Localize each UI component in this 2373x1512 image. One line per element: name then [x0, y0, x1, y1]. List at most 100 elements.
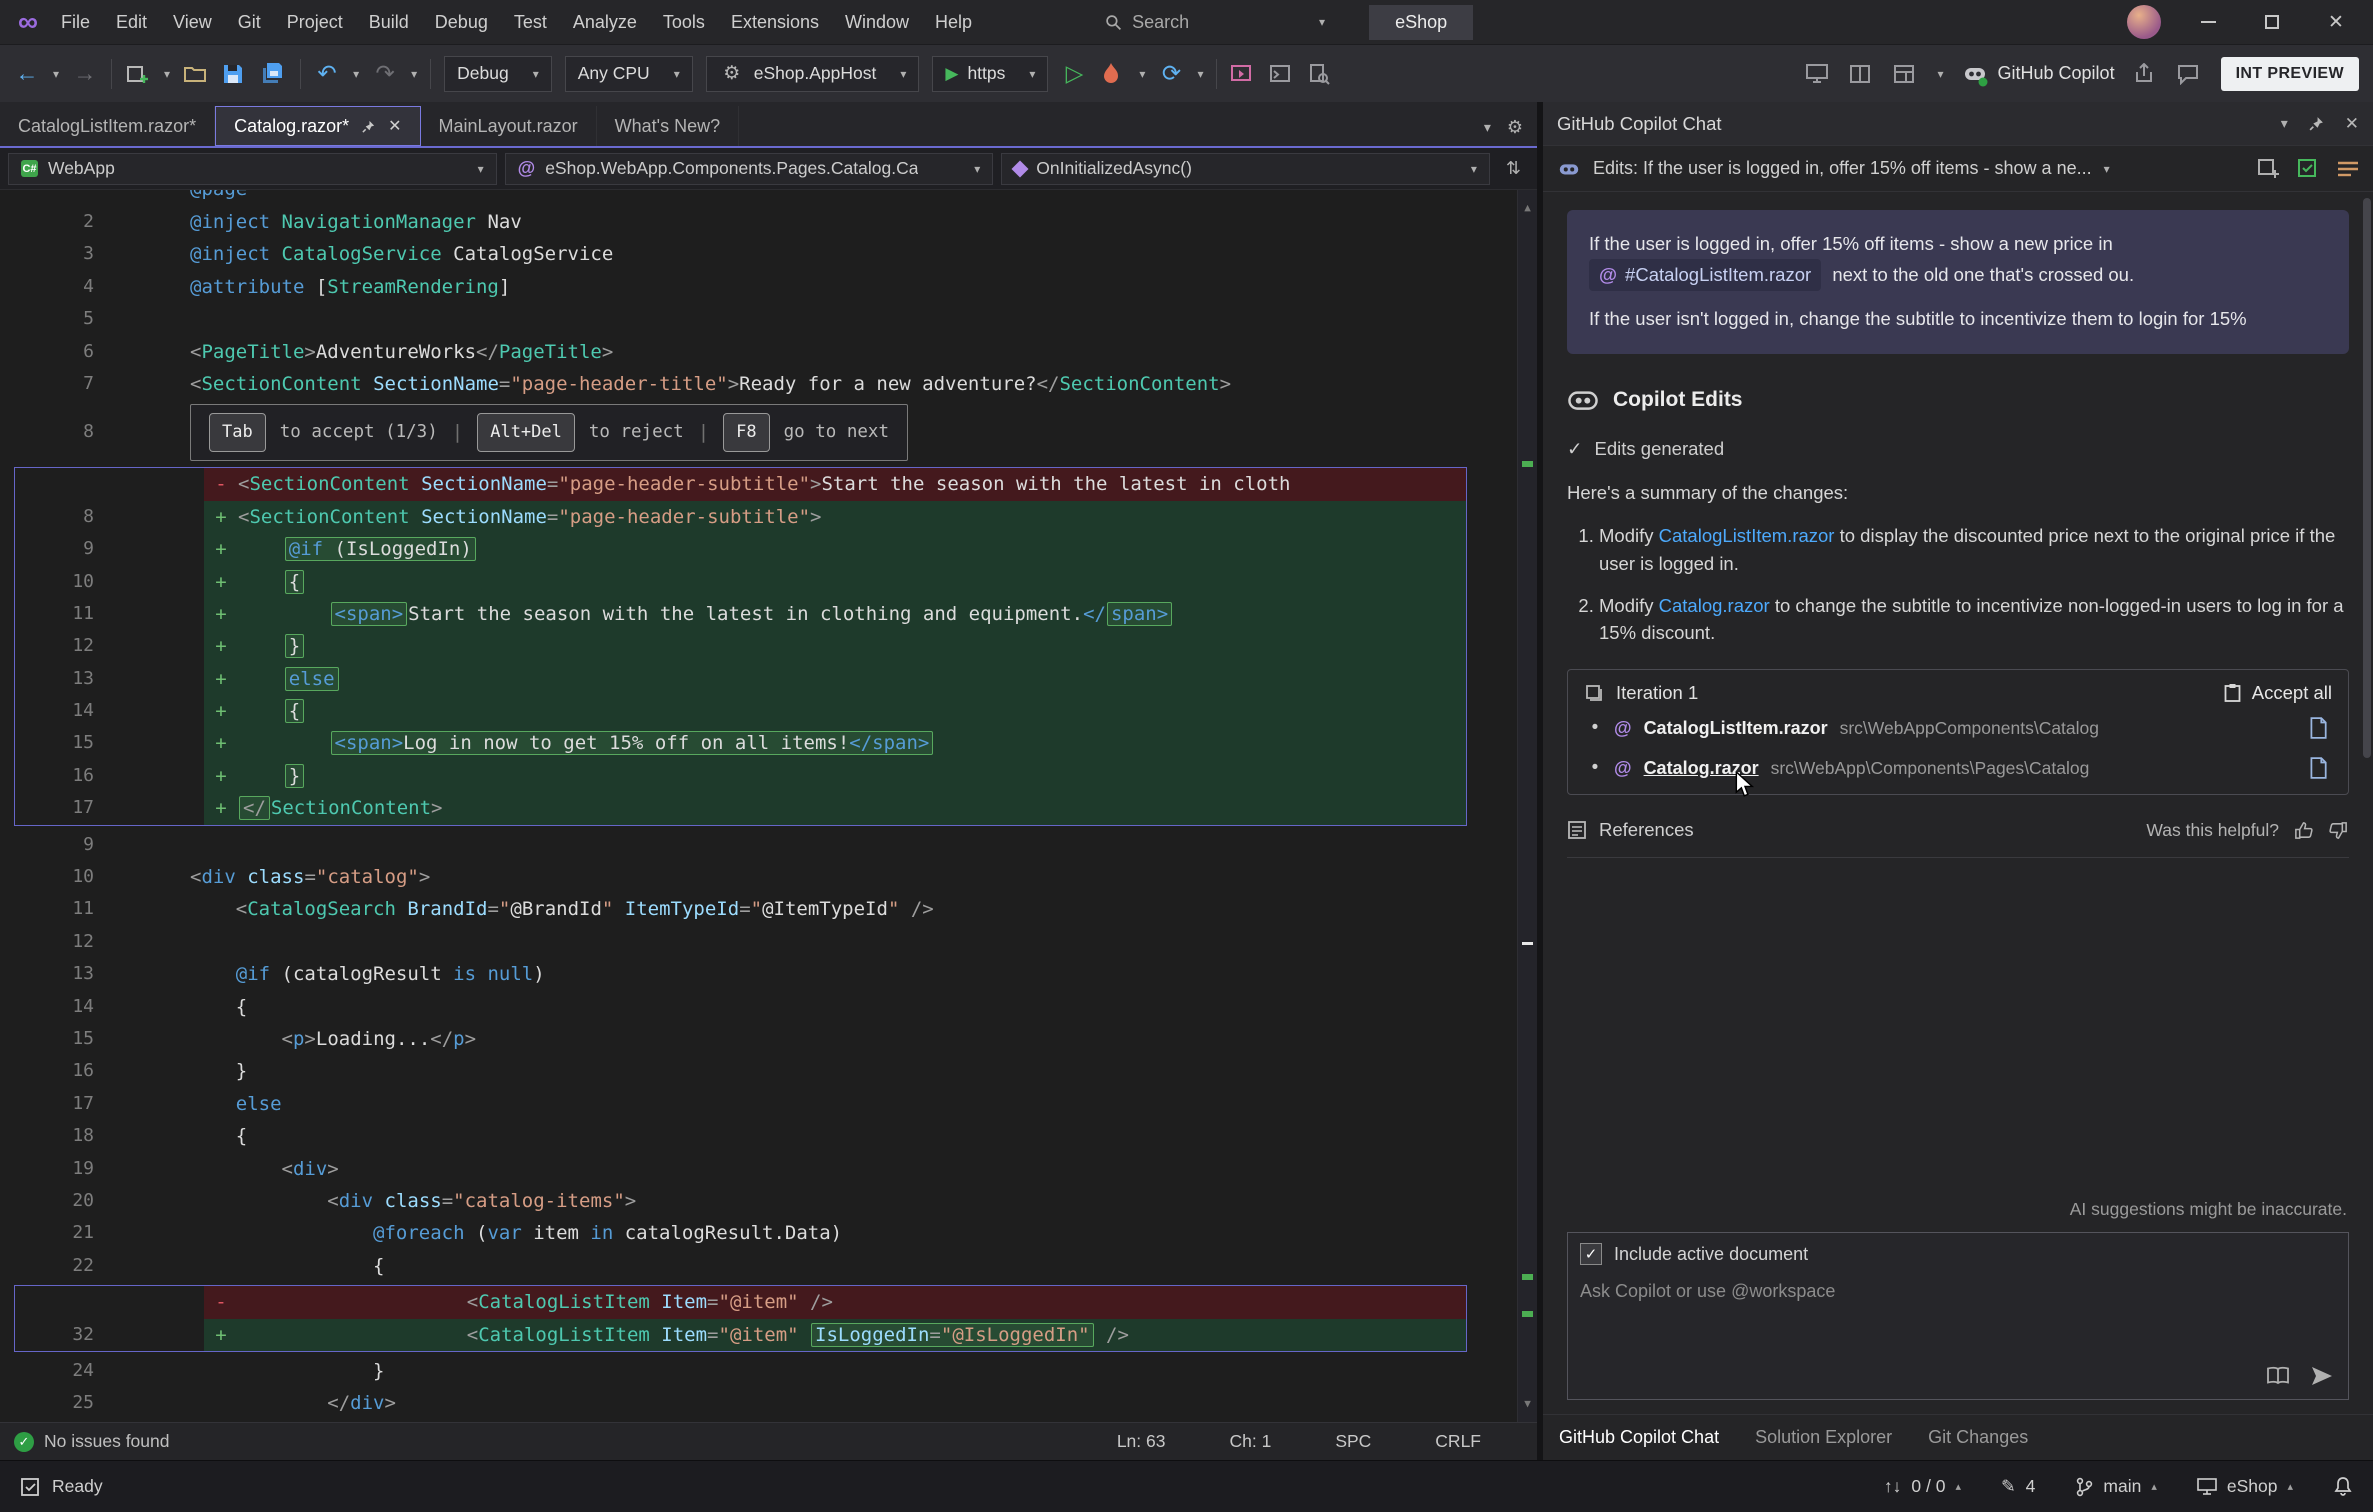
menu-help[interactable]: Help: [922, 0, 985, 44]
key-chip-tab[interactable]: Tab: [209, 413, 266, 451]
code-line[interactable]: 16+ }: [15, 760, 1466, 792]
close-button[interactable]: ✕: [2319, 11, 2353, 34]
code-line[interactable]: 14 {: [0, 991, 1515, 1023]
terminal-icon[interactable]: [1269, 63, 1295, 85]
github-copilot-button[interactable]: GitHub Copilot: [1962, 61, 2115, 87]
code-editor[interactable]: @page2@inject NavigationManager Nav3@inj…: [0, 190, 1537, 1422]
menu-window[interactable]: Window: [832, 0, 922, 44]
code-line[interactable]: 25 </div>: [0, 1387, 1515, 1419]
code-line[interactable]: 8+<SectionContent SectionName="page-head…: [15, 501, 1466, 533]
code-line[interactable]: 5: [0, 303, 1515, 335]
save-all-icon[interactable]: [261, 62, 287, 86]
panel-options-chevron[interactable]: ▾: [2281, 115, 2288, 132]
tool-tab-solution-explorer[interactable]: Solution Explorer: [1755, 1427, 1892, 1448]
file-chip[interactable]: @#CatalogListItem.razor: [1589, 259, 1821, 292]
scroll-up-icon[interactable]: ▲: [1518, 192, 1537, 224]
pending-changes[interactable]: ✎ 4: [2001, 1476, 2035, 1497]
thread-menu-icon[interactable]: [2337, 160, 2359, 178]
code-line[interactable]: 12+ }: [15, 630, 1466, 662]
menu-build[interactable]: Build: [356, 0, 422, 44]
tab-catalog-razor-[interactable]: Catalog.razor*✕: [215, 106, 420, 146]
menu-git[interactable]: Git: [225, 0, 274, 44]
code-line[interactable]: 18 {: [0, 1120, 1515, 1152]
branch-selector[interactable]: main ▴: [2075, 1476, 2156, 1497]
code-line[interactable]: 17 else: [0, 1088, 1515, 1120]
code-line[interactable]: 15 <p>Loading...</p>: [0, 1023, 1515, 1055]
code-line[interactable]: 14+ {: [15, 695, 1466, 727]
device-preview-icon[interactable]: [1805, 63, 1831, 85]
repo-selector[interactable]: eShop ▴: [2197, 1476, 2293, 1497]
startup-project-dropdown[interactable]: ⚙eShop.AppHost▾: [706, 56, 920, 92]
user-avatar[interactable]: [2127, 5, 2161, 39]
undo-icon[interactable]: ↶: [314, 62, 340, 85]
edits-checklist-icon[interactable]: [2297, 158, 2319, 180]
undo-chevron[interactable]: ▾: [353, 67, 359, 81]
code-line[interactable]: 22 {: [0, 1250, 1515, 1282]
open-diff-icon[interactable]: [2308, 717, 2328, 739]
menu-debug[interactable]: Debug: [422, 0, 501, 44]
code-line[interactable]: 17+</SectionContent>: [15, 792, 1466, 824]
minimize-button[interactable]: [2191, 11, 2225, 33]
spaces-indicator[interactable]: SPC: [1335, 1431, 1371, 1452]
key-chip-alt-del[interactable]: Alt+Del: [477, 413, 575, 451]
layout-chevron[interactable]: ▾: [1937, 67, 1943, 81]
key-chip-f8[interactable]: F8: [723, 413, 769, 451]
panel-scrollbar[interactable]: [2363, 198, 2371, 758]
code-line[interactable]: 3@inject CatalogService CatalogService: [0, 238, 1515, 270]
include-active-document-checkbox[interactable]: ✓: [1580, 1243, 1602, 1265]
new-project-icon[interactable]: [125, 62, 151, 86]
pin-icon[interactable]: [2308, 115, 2325, 132]
code-line[interactable]: -<SectionContent SectionName="page-heade…: [15, 468, 1466, 500]
navbar-options-icon[interactable]: ⇅: [1498, 158, 1529, 179]
accept-all-button[interactable]: Accept all: [2223, 682, 2332, 704]
navigate-back-icon[interactable]: ←: [14, 62, 40, 85]
menu-analyze[interactable]: Analyze: [560, 0, 650, 44]
save-icon[interactable]: [222, 63, 248, 85]
code-line[interactable]: 13+ else: [15, 663, 1466, 695]
redo-icon[interactable]: ↷: [372, 62, 398, 85]
tab-options-gear-icon[interactable]: ⚙: [1507, 117, 1523, 138]
search-box[interactable]: Search ▾: [1105, 12, 1325, 33]
thumbs-up-icon[interactable]: [2293, 820, 2314, 841]
open-folder-icon[interactable]: [183, 62, 209, 86]
close-panel-icon[interactable]: ✕: [2345, 114, 2359, 134]
code-line[interactable]: 9: [0, 829, 1515, 861]
breadcrumb-project[interactable]: C#WebApp▾: [8, 153, 497, 185]
breadcrumb-method[interactable]: OnInitializedAsync()▾: [1001, 153, 1490, 185]
thread-dropdown[interactable]: Edits: If the user is logged in, offer 1…: [1593, 158, 2092, 179]
editor-scrollbar[interactable]: ▲ ▼: [1517, 190, 1537, 1422]
code-line[interactable]: 10+ {: [15, 566, 1466, 598]
configuration-dropdown[interactable]: Debug▾: [444, 56, 552, 92]
back-history-chevron[interactable]: ▾: [53, 67, 59, 81]
code-line[interactable]: - <CatalogListItem Item="@item" />: [15, 1286, 1466, 1318]
code-line[interactable]: 12: [0, 926, 1515, 958]
code-line[interactable]: 11 <CatalogSearch BrandId="@BrandId" Ite…: [0, 893, 1515, 925]
code-line[interactable]: 13 @if (catalogResult is null): [0, 958, 1515, 990]
menu-test[interactable]: Test: [501, 0, 560, 44]
send-icon[interactable]: [2310, 1365, 2334, 1387]
tab-cataloglistitem-razor-[interactable]: CatalogListItem.razor*: [0, 106, 215, 146]
debug-profile-dropdown[interactable]: ▶https▾: [932, 56, 1048, 92]
chat-input[interactable]: Ask Copilot or use @workspace: [1568, 1275, 2348, 1359]
platform-dropdown[interactable]: Any CPU▾: [565, 56, 693, 92]
new-thread-icon[interactable]: [2257, 158, 2279, 180]
refresh-icon[interactable]: ⟳: [1158, 62, 1184, 85]
pin-icon[interactable]: [361, 119, 376, 134]
column-indicator[interactable]: Ch: 1: [1229, 1431, 1271, 1452]
code-line[interactable]: 6<PageTitle>AdventureWorks</PageTitle>: [0, 336, 1515, 368]
live-preview-icon[interactable]: [1230, 63, 1256, 85]
menu-edit[interactable]: Edit: [103, 0, 160, 44]
code-line[interactable]: 32+ <CatalogListItem Item="@item" IsLogg…: [15, 1319, 1466, 1351]
layout-icon[interactable]: [1893, 63, 1919, 85]
notifications-bell-icon[interactable]: [2333, 1476, 2353, 1497]
eol-indicator[interactable]: CRLF: [1435, 1431, 1481, 1452]
tool-tab-git-changes[interactable]: Git Changes: [1928, 1427, 2028, 1448]
close-tab-icon[interactable]: ✕: [388, 116, 401, 136]
menu-view[interactable]: View: [160, 0, 225, 44]
code-line[interactable]: 19 <div>: [0, 1153, 1515, 1185]
hot-reload-chevron[interactable]: ▾: [1139, 67, 1145, 81]
navigate-forward-icon[interactable]: →: [72, 62, 98, 85]
thread-chevron[interactable]: ▾: [2104, 162, 2110, 176]
code-line[interactable]: 15+ <span>Log in now to get 15% off on a…: [15, 727, 1466, 759]
code-line[interactable]: 8Tabto accept (1/3)|Alt+Delto reject|F8g…: [0, 400, 1515, 464]
